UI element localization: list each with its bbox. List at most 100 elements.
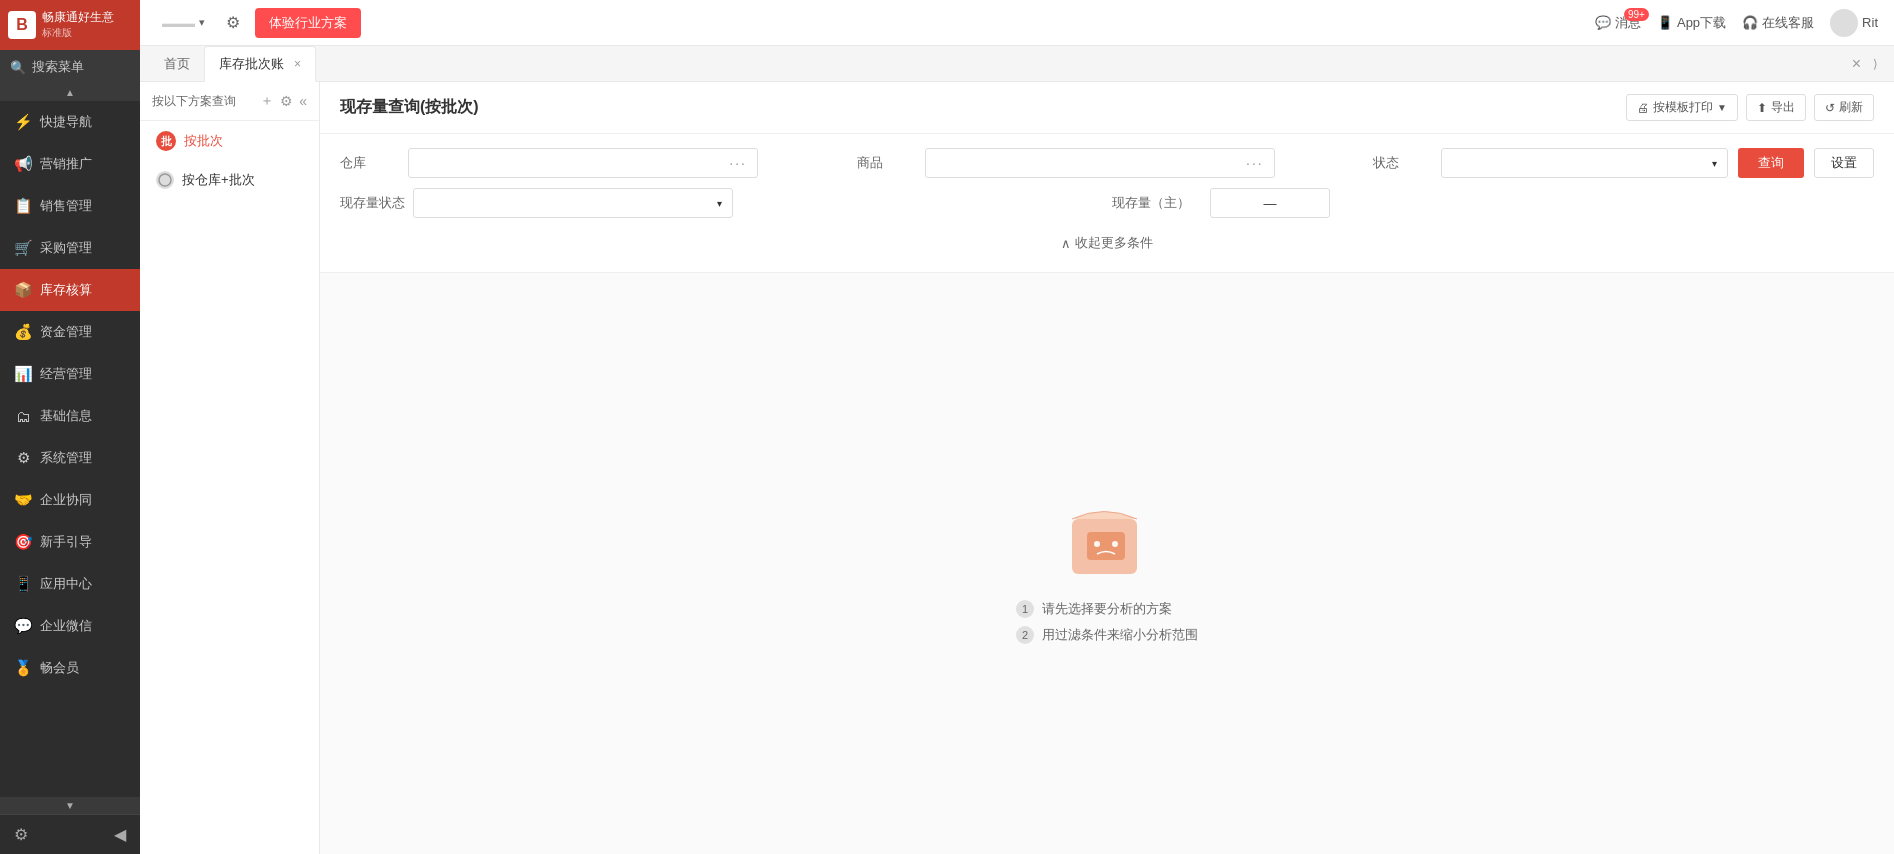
content-area: 按以下方案查询 ＋ ⚙ « 批 按批次 按仓库+批次 xyxy=(140,82,1894,854)
page-header-actions: 🖨 按模板打印 ▼ ⬆ 导出 ↺ 刷新 xyxy=(1626,94,1874,121)
stock-status-filter-group: 现存量状态 ▾ xyxy=(340,188,1102,218)
export-icon: ⬆ xyxy=(1757,101,1767,115)
warehouse-dots: ··· xyxy=(729,155,747,171)
tab-panel-close-area: × ⟩ xyxy=(1846,55,1884,73)
top-settings-btn[interactable]: ⚙ xyxy=(219,9,247,37)
hint-num-2: 2 xyxy=(1016,626,1034,644)
online-service-btn[interactable]: 🎧 在线客服 xyxy=(1742,14,1814,32)
refresh-btn[interactable]: ↺ 刷新 xyxy=(1814,94,1874,121)
footer-settings-icon[interactable]: ⚙ xyxy=(14,825,28,844)
operation-icon: 📊 xyxy=(14,365,32,383)
top-bar-right: 💬 消息 99+ 📱 App下载 🎧 在线客服 Rit xyxy=(1595,9,1878,37)
enterprise-icon: 🤝 xyxy=(14,491,32,509)
sidebar-item-sales[interactable]: 📋 销售管理 xyxy=(0,185,140,227)
sidebar-footer: ⚙ ◀ xyxy=(0,814,140,854)
left-panel-header: 按以下方案查询 ＋ ⚙ « xyxy=(140,82,319,121)
sidebar-item-system[interactable]: ⚙ 系统管理 xyxy=(0,437,140,479)
left-panel-icons: ＋ ⚙ « xyxy=(260,92,307,110)
sidebar-item-inventory[interactable]: 📦 库存核算 xyxy=(0,269,140,311)
stock-status-chevron-icon: ▾ xyxy=(717,198,722,209)
print-dropdown-icon: ▼ xyxy=(1717,102,1727,113)
printer-icon: 🖨 xyxy=(1637,101,1649,115)
top-bar: ▬▬▬ ▾ ⚙ 体验行业方案 💬 消息 99+ 📱 App下载 🎧 在线客服 xyxy=(140,0,1894,46)
system-icon: ⚙ xyxy=(14,449,32,467)
tab-inventory-batch[interactable]: 库存批次账 × xyxy=(204,46,316,82)
company-dropdown[interactable]: ▬▬▬ ▾ xyxy=(156,12,211,33)
sidebar-item-enterprise[interactable]: 🤝 企业协同 xyxy=(0,479,140,521)
marketing-icon: 📢 xyxy=(14,155,32,173)
tab-close-icon[interactable]: × xyxy=(294,57,301,71)
sidebar-item-operation[interactable]: 📊 经营管理 xyxy=(0,353,140,395)
scroll-down-btn[interactable]: ▼ xyxy=(0,797,140,814)
phone-icon: 📱 xyxy=(1657,15,1673,30)
sidebar-item-finance[interactable]: 💰 资金管理 xyxy=(0,311,140,353)
basic-icon: 🗂 xyxy=(14,408,32,425)
print-btn[interactable]: 🖨 按模板打印 ▼ xyxy=(1626,94,1738,121)
sidebar-item-appcenter[interactable]: 📱 应用中心 xyxy=(0,563,140,605)
empty-hint: 1 请先选择要分析的方案 2 用过滤条件来缩小分析范围 xyxy=(1016,600,1198,644)
filter-area: 仓库 ··· 商品 ··· 状态 xyxy=(320,134,1894,273)
circle-icon xyxy=(158,173,172,187)
sidebar-item-newbie[interactable]: 🎯 新手引导 xyxy=(0,521,140,563)
page-header: 现存量查询(按批次) 🖨 按模板打印 ▼ ⬆ 导出 ↺ 刷新 xyxy=(320,82,1894,134)
quick-nav-icon: ⚡ xyxy=(14,113,32,131)
panel-close-btn[interactable]: × xyxy=(1846,55,1867,73)
hint-item-2: 2 用过滤条件来缩小分析范围 xyxy=(1016,626,1198,644)
chevron-down-icon: ▾ xyxy=(199,16,205,29)
sidebar-item-member[interactable]: 🏅 畅会员 xyxy=(0,647,140,689)
sidebar-item-marketing[interactable]: 📢 营销推广 xyxy=(0,143,140,185)
collapse-panel-icon[interactable]: « xyxy=(299,93,307,109)
stock-status-select[interactable]: ▾ xyxy=(413,188,733,218)
main-area: ▬▬▬ ▾ ⚙ 体验行业方案 💬 消息 99+ 📱 App下载 🎧 在线客服 xyxy=(140,0,1894,854)
status-select[interactable]: ▾ xyxy=(1441,148,1728,178)
trial-btn[interactable]: 体验行业方案 xyxy=(255,8,361,38)
newbie-icon: 🎯 xyxy=(14,533,32,551)
svg-rect-2 xyxy=(1087,532,1125,560)
sidebar-item-quick-nav[interactable]: ⚡ 快捷导航 xyxy=(0,101,140,143)
tab-bar: 首页 库存批次账 × × ⟩ xyxy=(140,46,1894,82)
app-download-btn[interactable]: 📱 App下载 xyxy=(1657,14,1726,32)
message-icon: 💬 xyxy=(1595,15,1611,30)
panel-expand-btn[interactable]: ⟩ xyxy=(1867,57,1884,71)
right-content: 现存量查询(按批次) 🖨 按模板打印 ▼ ⬆ 导出 ↺ 刷新 xyxy=(320,82,1894,854)
sidebar-item-wechat[interactable]: 💬 企业微信 xyxy=(0,605,140,647)
messages-btn[interactable]: 💬 消息 99+ xyxy=(1595,14,1641,32)
finance-icon: 💰 xyxy=(14,323,32,341)
app-logo: B xyxy=(8,11,36,39)
scheme-icon-batch: 批 xyxy=(156,131,176,151)
scheme-icon-warehouse-batch xyxy=(156,171,174,189)
query-btn[interactable]: 查询 xyxy=(1738,148,1804,178)
stock-qty-range[interactable]: — xyxy=(1210,188,1330,218)
empty-state: 1 请先选择要分析的方案 2 用过滤条件来缩小分析范围 xyxy=(320,273,1894,854)
scheme-item-by-warehouse-batch[interactable]: 按仓库+批次 xyxy=(140,161,319,199)
user-avatar-btn[interactable]: Rit xyxy=(1830,9,1878,37)
sidebar-item-basic[interactable]: 🗂 基础信息 xyxy=(0,395,140,437)
app-title: 畅康通好生意 标准版 xyxy=(42,10,114,40)
footer-collapse-icon[interactable]: ◀ xyxy=(114,825,126,844)
left-panel: 按以下方案查询 ＋ ⚙ « 批 按批次 按仓库+批次 xyxy=(140,82,320,854)
product-dots: ··· xyxy=(1246,155,1264,171)
product-input[interactable]: ··· xyxy=(925,148,1275,178)
appcenter-icon: 📱 xyxy=(14,575,32,593)
collapse-filter-btn[interactable]: ∧ 收起更多条件 xyxy=(340,228,1874,258)
scheme-item-by-batch[interactable]: 批 按批次 xyxy=(140,121,319,161)
sidebar-item-purchase[interactable]: 🛒 采购管理 xyxy=(0,227,140,269)
filter-row-1: 仓库 ··· 商品 ··· 状态 xyxy=(340,148,1874,178)
sidebar: B 畅康通好生意 标准版 🔍 搜索菜单 ▲ ⚡ 快捷导航 📢 营销推广 📋 销售… xyxy=(0,0,140,854)
filter-settings-btn[interactable]: 设置 xyxy=(1814,148,1874,178)
tab-home[interactable]: 首页 xyxy=(150,47,204,81)
scheme-settings-icon[interactable]: ⚙ xyxy=(280,93,293,109)
settings-icon: ⚙ xyxy=(226,13,240,32)
add-scheme-icon[interactable]: ＋ xyxy=(260,92,274,110)
avatar xyxy=(1830,9,1858,37)
export-btn[interactable]: ⬆ 导出 xyxy=(1746,94,1806,121)
hint-item-1: 1 请先选择要分析的方案 xyxy=(1016,600,1172,618)
sidebar-search[interactable]: 🔍 搜索菜单 xyxy=(0,50,140,84)
collapse-up-icon: ∧ xyxy=(1061,236,1071,251)
warehouse-input[interactable]: ··· xyxy=(408,148,758,178)
empty-illustration xyxy=(1057,484,1157,584)
stock-qty-filter-group: 现存量（主） — xyxy=(1112,188,1874,218)
scroll-up-btn[interactable]: ▲ xyxy=(0,84,140,101)
svg-point-3 xyxy=(1094,541,1100,547)
sidebar-nav: ⚡ 快捷导航 📢 营销推广 📋 销售管理 🛒 采购管理 📦 库存核算 💰 资金管… xyxy=(0,101,140,797)
